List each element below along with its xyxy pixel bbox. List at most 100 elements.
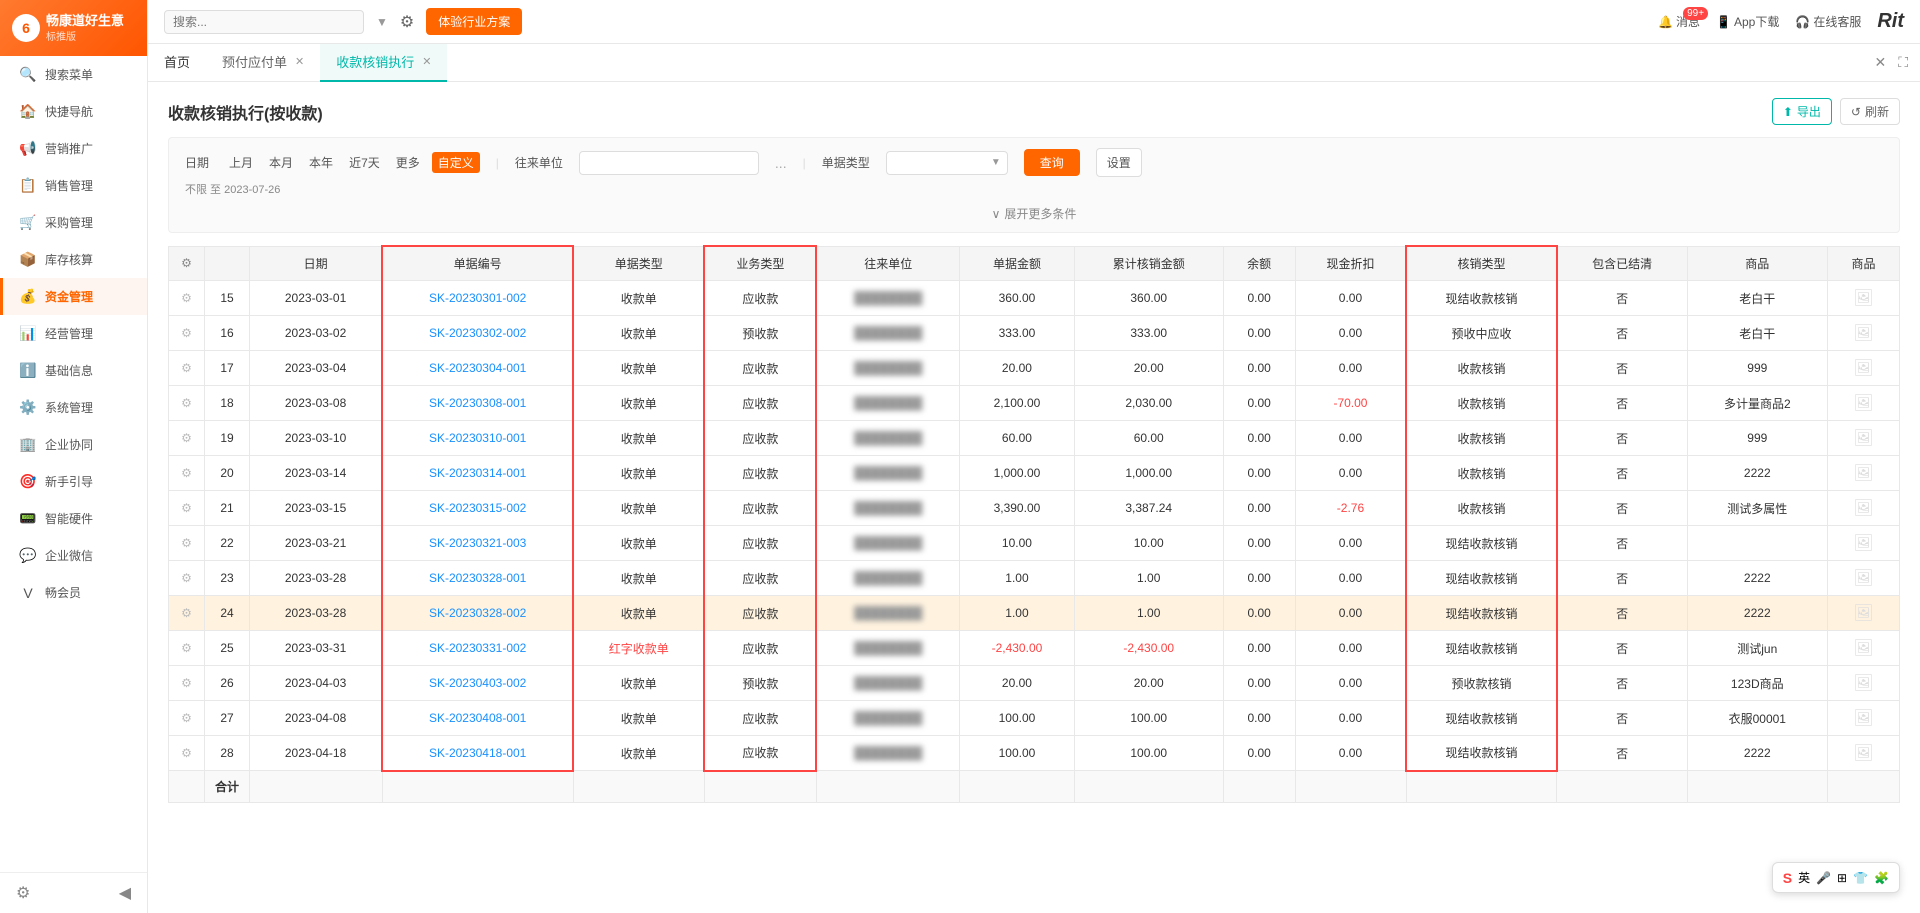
voucher-no-link-5[interactable]: SK-20230314-001 — [429, 466, 526, 480]
sidebar-item-hardware[interactable]: 📟智能硬件 — [0, 500, 147, 537]
row-settings-4[interactable]: ⚙ — [169, 421, 205, 456]
row-voucher-no-1[interactable]: SK-20230302-002 — [382, 316, 573, 351]
row-voucher-no-6[interactable]: SK-20230315-002 — [382, 491, 573, 526]
sidebar-item-marketing[interactable]: 📢营销推广 — [0, 130, 147, 167]
voucher-no-link-8[interactable]: SK-20230328-001 — [429, 571, 526, 585]
refresh-button[interactable]: ↺ 刷新 — [1840, 98, 1900, 125]
maximize-button[interactable]: ⛶ — [1894, 50, 1912, 75]
row-settings-2[interactable]: ⚙ — [169, 351, 205, 386]
sidebar-item-finance[interactable]: 💰资金管理 — [0, 278, 147, 315]
row-settings-9[interactable]: ⚙ — [169, 596, 205, 631]
voucher-no-link-6[interactable]: SK-20230315-002 — [429, 501, 526, 515]
voucher-no-link-4[interactable]: SK-20230310-001 — [429, 431, 526, 445]
expand-filter-button[interactable]: ∨ 展开更多条件 — [992, 205, 1077, 222]
tab-close-collection-tab[interactable]: ✕ — [422, 55, 431, 68]
grid-icon[interactable]: ⊞ — [1837, 871, 1847, 885]
row-settings-13[interactable]: ⚙ — [169, 736, 205, 771]
row-voucher-no-12[interactable]: SK-20230408-001 — [382, 701, 573, 736]
tab-collection-tab[interactable]: 收款核销执行✕ — [320, 44, 447, 82]
last-month-btn[interactable]: 上月 — [225, 152, 257, 173]
row-settings-icon[interactable]: ⚙ — [181, 676, 192, 690]
voucher-no-link-12[interactable]: SK-20230408-001 — [429, 711, 526, 725]
partner-filter-input[interactable] — [579, 151, 759, 175]
sidebar-item-wechat[interactable]: 💬企业微信 — [0, 537, 147, 574]
row-settings-icon[interactable]: ⚙ — [181, 396, 192, 410]
app-download-button[interactable]: 📱 App下载 — [1716, 13, 1779, 30]
row-voucher-no-4[interactable]: SK-20230310-001 — [382, 421, 573, 456]
more-date-btn[interactable]: 更多 — [392, 152, 424, 173]
row-settings-10[interactable]: ⚙ — [169, 631, 205, 666]
voucher-type-select[interactable] — [887, 152, 1007, 174]
message-button[interactable]: 🔔 消息 99+ — [1658, 13, 1700, 30]
row-settings-icon[interactable]: ⚙ — [181, 431, 192, 445]
sidebar-item-quick-nav[interactable]: 🏠快捷导航 — [0, 93, 147, 130]
query-button[interactable]: 查询 — [1024, 149, 1080, 176]
voucher-no-link-0[interactable]: SK-20230301-002 — [429, 291, 526, 305]
row-settings-icon[interactable]: ⚙ — [181, 746, 192, 760]
row-voucher-no-11[interactable]: SK-20230403-002 — [382, 666, 573, 701]
row-settings-8[interactable]: ⚙ — [169, 561, 205, 596]
row-settings-icon[interactable]: ⚙ — [181, 501, 192, 515]
row-settings-12[interactable]: ⚙ — [169, 701, 205, 736]
industry-solution-button[interactable]: 体验行业方案 — [426, 8, 522, 35]
row-settings-icon[interactable]: ⚙ — [181, 606, 192, 620]
row-settings-6[interactable]: ⚙ — [169, 491, 205, 526]
close-tab-button[interactable]: ✕ — [1870, 50, 1890, 75]
voucher-no-link-2[interactable]: SK-20230304-001 — [429, 361, 526, 375]
voucher-no-link-9[interactable]: SK-20230328-002 — [429, 606, 526, 620]
voucher-no-link-10[interactable]: SK-20230331-002 — [429, 641, 526, 655]
sidebar-item-guide[interactable]: 🎯新手引导 — [0, 463, 147, 500]
shirt-icon[interactable]: 👕 — [1853, 871, 1868, 885]
row-settings-1[interactable]: ⚙ — [169, 316, 205, 351]
row-settings-3[interactable]: ⚙ — [169, 386, 205, 421]
row-voucher-no-9[interactable]: SK-20230328-002 — [382, 596, 573, 631]
row-settings-11[interactable]: ⚙ — [169, 666, 205, 701]
custom-date-btn[interactable]: 自定义 — [432, 152, 480, 173]
voucher-no-link-7[interactable]: SK-20230321-003 — [429, 536, 526, 550]
sidebar-item-member[interactable]: V畅会员 — [0, 574, 147, 611]
row-voucher-no-10[interactable]: SK-20230331-002 — [382, 631, 573, 666]
mic-icon[interactable]: 🎤 — [1816, 871, 1831, 885]
voucher-no-link-13[interactable]: SK-20230418-001 — [429, 746, 526, 760]
col-header-settings[interactable]: ⚙ — [169, 246, 205, 281]
voucher-no-link-1[interactable]: SK-20230302-002 — [429, 326, 526, 340]
sidebar-item-system[interactable]: ⚙️系统管理 — [0, 389, 147, 426]
sidebar-item-base-info[interactable]: ℹ️基础信息 — [0, 352, 147, 389]
topbar-search-input[interactable] — [164, 10, 364, 34]
row-settings-7[interactable]: ⚙ — [169, 526, 205, 561]
tab-prepay-tab[interactable]: 预付应付单✕ — [206, 44, 320, 82]
tab-home[interactable]: 首页 — [148, 44, 206, 82]
online-service-button[interactable]: 🎧 在线客服 — [1795, 13, 1861, 30]
this-year-btn[interactable]: 本年 — [305, 152, 337, 173]
filter-settings-button[interactable]: 设置 — [1096, 148, 1142, 177]
voucher-no-link-11[interactable]: SK-20230403-002 — [429, 676, 526, 690]
settings-footer-icon[interactable]: ⚙ — [16, 883, 30, 903]
sidebar-item-corp[interactable]: 🏢企业协同 — [0, 426, 147, 463]
row-settings-0[interactable]: ⚙ — [169, 281, 205, 316]
sidebar-item-purchase[interactable]: 🛒采购管理 — [0, 204, 147, 241]
row-settings-icon[interactable]: ⚙ — [181, 466, 192, 480]
topbar-gear-icon[interactable]: ⚙ — [400, 12, 414, 32]
row-voucher-no-7[interactable]: SK-20230321-003 — [382, 526, 573, 561]
row-voucher-no-3[interactable]: SK-20230308-001 — [382, 386, 573, 421]
tab-close-prepay-tab[interactable]: ✕ — [295, 55, 304, 68]
row-voucher-no-0[interactable]: SK-20230301-002 — [382, 281, 573, 316]
row-settings-icon[interactable]: ⚙ — [181, 571, 192, 585]
row-settings-icon[interactable]: ⚙ — [181, 361, 192, 375]
row-voucher-no-13[interactable]: SK-20230418-001 — [382, 736, 573, 771]
this-month-btn[interactable]: 本月 — [265, 152, 297, 173]
row-voucher-no-2[interactable]: SK-20230304-001 — [382, 351, 573, 386]
sidebar-item-operations[interactable]: 📊经营管理 — [0, 315, 147, 352]
row-voucher-no-5[interactable]: SK-20230314-001 — [382, 456, 573, 491]
sidebar-item-search-menu[interactable]: 🔍搜索菜单 — [0, 56, 147, 93]
sidebar-item-sales[interactable]: 📋销售管理 — [0, 167, 147, 204]
row-settings-icon[interactable]: ⚙ — [181, 536, 192, 550]
export-button[interactable]: ⬆ 导出 — [1772, 98, 1832, 125]
row-settings-icon[interactable]: ⚙ — [181, 291, 192, 305]
topbar-chevron-icon[interactable]: ▼ — [376, 15, 388, 29]
row-settings-icon[interactable]: ⚙ — [181, 641, 192, 655]
last-7-days-btn[interactable]: 近7天 — [345, 152, 384, 173]
sidebar-item-inventory[interactable]: 📦库存核算 — [0, 241, 147, 278]
row-settings-icon[interactable]: ⚙ — [181, 326, 192, 340]
row-voucher-no-8[interactable]: SK-20230328-001 — [382, 561, 573, 596]
